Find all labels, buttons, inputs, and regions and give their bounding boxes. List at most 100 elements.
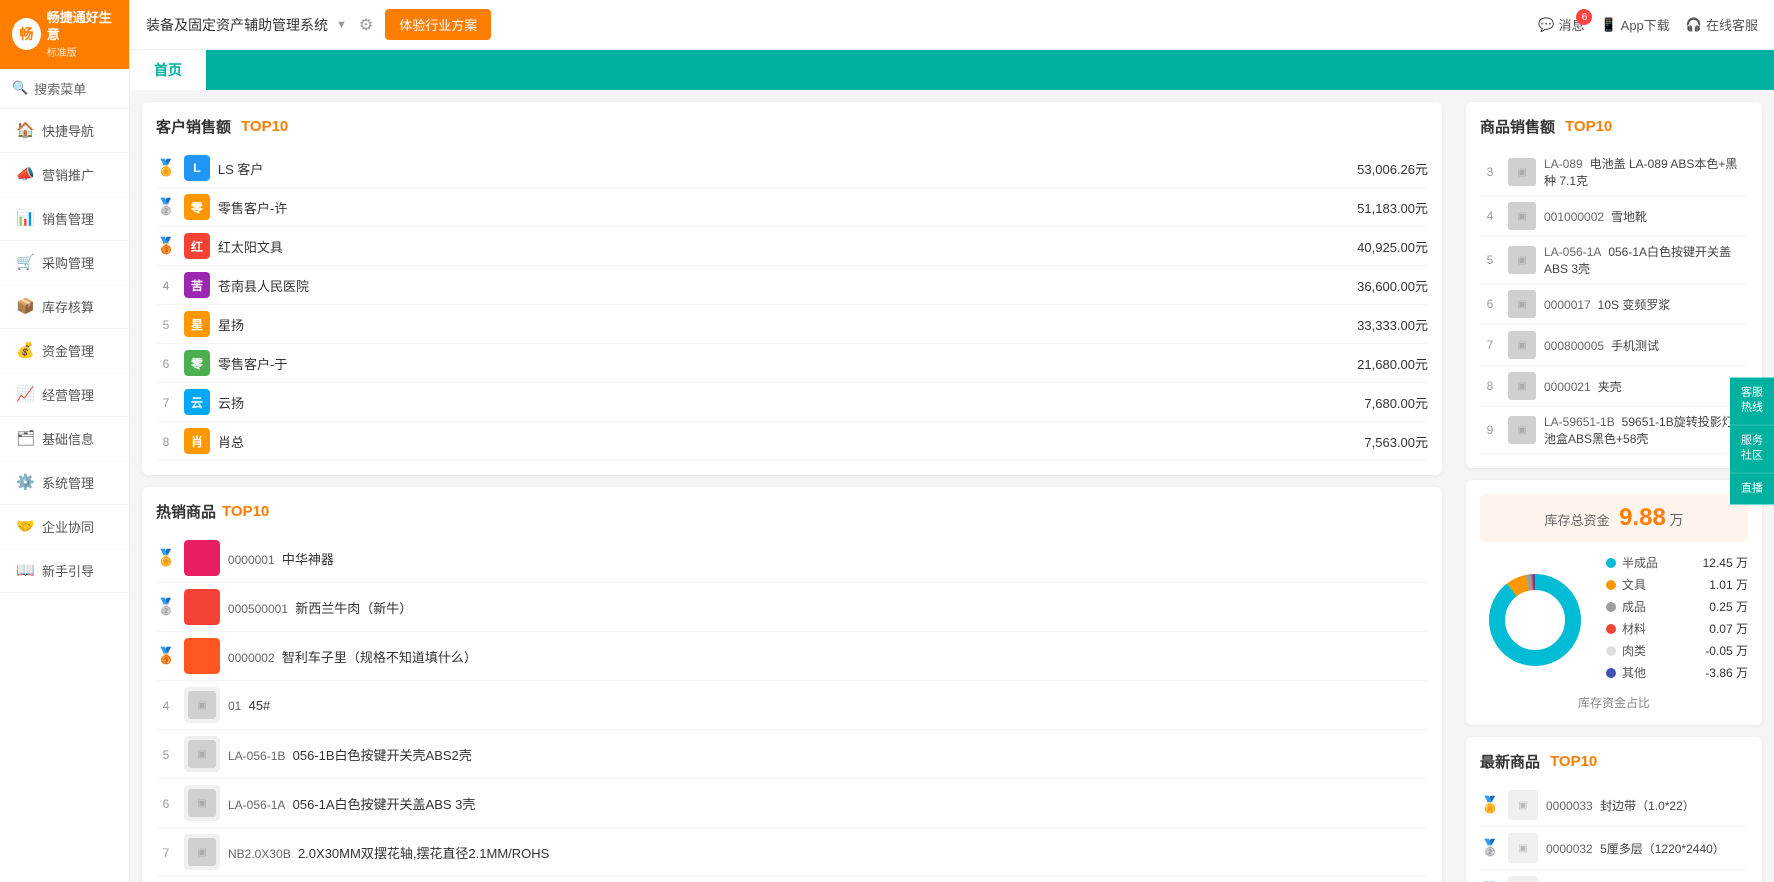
rank-name: 零售客户-许 [218,198,1349,217]
legend-name: 材料 [1622,620,1703,637]
rank-name: 红太阳文具 [218,237,1349,256]
hot-rank-medal: 6 [156,796,176,811]
new-product-row: 🏅 ▣ 0000033 封边带（1.0*22） [1480,784,1748,827]
sidebar-icon-0: 🏠 [16,121,34,139]
hot-products-title: 热销商品 TOP10 [156,501,1428,522]
search-icon: 🔍 [12,80,28,96]
new-prod-rank: 🥈 [1480,838,1500,858]
float-btn-1[interactable]: 服务 社区 [1730,425,1774,473]
sidebar-item-4[interactable]: 📦库存核算 [0,285,129,329]
sidebar-icon-7: 🗂 [16,429,34,447]
rank-medal: 8 [156,434,176,449]
rank-avatar: 零 [184,350,210,376]
rank-medal: 4 [156,278,176,293]
new-prod-info: 0000032 5厘多层（1220*2440） [1546,840,1748,857]
right-column: 商品销售额 TOP10 3 ▣ LA-089 电池盖 LA-089 ABS本色+… [1454,90,1774,882]
sidebar-label-7: 基础信息 [42,429,94,448]
trial-button[interactable]: 体验行业方案 [385,9,491,40]
sidebar-item-6[interactable]: 📈经营管理 [0,373,129,417]
sidebar-item-7[interactable]: 🗂 基础信息 [0,417,129,461]
sidebar-label-9: 企业协同 [42,517,94,536]
prod-rank-num: 8 [1480,379,1500,393]
rank-name: 苍南县人民医院 [218,276,1349,295]
hot-rank-medal: 🥉 [156,646,176,666]
prod-name: 手机测试 [1608,339,1659,353]
service-label: 在线客服 [1706,15,1758,34]
sidebar-item-10[interactable]: 📖新手引导 [0,549,129,593]
prod-info: 000800005 手机测试 [1544,337,1748,354]
hot-product-row: 8 ▣ 0000011 12070519-xs [156,877,1428,882]
prod-thumb: ▣ [1508,246,1536,274]
new-prod-code: 0000033 [1546,799,1593,813]
legend-name: 其他 [1622,664,1699,681]
prod-thumb: ▣ [1508,331,1536,359]
sidebar-item-1[interactable]: 📣营销推广 [0,153,129,197]
legend-dot [1606,668,1616,678]
product-code: 0000002 [228,651,275,665]
hot-product-row: 6 ▣ LA-056-1A 056-1A白色按键开关盖ABS 3壳 [156,779,1428,828]
float-btn-0[interactable]: 客服 热线 [1730,378,1774,426]
float-btn-2[interactable]: 直播 [1730,473,1774,504]
new-product-row: 🥈 ▣ 0000032 5厘多层（1220*2440） [1480,827,1748,870]
product-thumb [184,540,220,576]
rank-avatar: 云 [184,389,210,415]
rank-avatar: 红 [184,233,210,259]
legend-list: 半成品 12.45 万 文具 1.01 万 成品 0.25 万 材料 0.07 … [1606,554,1748,686]
hot-products-card: 热销商品 TOP10 🏅 0000001 中华神器 🥈 000500001 新西… [142,487,1442,882]
rank-name: 零售客户-于 [218,354,1349,373]
sidebar-item-5[interactable]: 💰资金管理 [0,329,129,373]
prod-code: 000800005 [1544,339,1604,353]
hot-rank-medal: 🥈 [156,597,176,617]
rank-amount: 36,600.00元 [1357,276,1428,295]
prod-info: 0000021 夹壳 [1544,378,1748,395]
prod-info: 001000002 雪地靴 [1544,208,1748,225]
chevron-down-icon: ▼ [336,19,347,31]
rank-medal: 🥉 [156,236,176,256]
prod-rank-num: 9 [1480,423,1500,437]
prod-code: 0000017 [1544,298,1591,312]
hot-product-row: 7 ▣ NB2.0X30B 2.0X30MM双摆花轴,摆花直径2.1MM/ROH… [156,828,1428,877]
system-selector[interactable]: 装备及固定资产辅助管理系统 ▼ [146,15,347,35]
app-download-button[interactable]: 📱 App下载 [1600,15,1669,34]
inventory-label: 库存总资金 [1545,513,1610,528]
sidebar-item-9[interactable]: 🤝 企业协同 [0,505,129,549]
sidebar-icon-9: 🤝 [16,517,34,535]
product-code: NB2.0X30B [228,847,291,861]
legend-dot [1606,558,1616,568]
gear-icon[interactable]: ⚙ [359,15,373,35]
sidebar: 畅 畅捷通好生意 标准版 🔍 搜索菜单 🏠快捷导航📣营销推广📊销售管理🛒采购管理… [0,0,130,882]
sidebar-icon-2: 📊 [16,209,34,227]
sidebar-item-8[interactable]: ⚙️系统管理 [0,461,129,505]
topbar: 装备及固定资产辅助管理系统 ▼ ⚙ 体验行业方案 💬 消息 6 📱 App下载 … [130,0,1774,50]
rank-avatar: 零 [184,194,210,220]
new-prod-info: 0000033 封边带（1.0*22） [1546,797,1748,814]
product-code: 0000001 [228,553,275,567]
prod-rank-num: 3 [1480,165,1500,179]
prod-code: LA-59651-1B [1544,415,1615,429]
legend-value: 0.25 万 [1709,598,1748,615]
legend-dot [1606,602,1616,612]
product-info: LA-056-1A 056-1A白色按键开关盖ABS 3壳 [228,794,1428,813]
tab-home[interactable]: 首页 [130,50,206,90]
new-products-title: 最新商品 TOP10 [1480,751,1748,772]
donut-section: 半成品 12.45 万 文具 1.01 万 成品 0.25 万 材料 0.07 … [1480,554,1748,686]
sidebar-search[interactable]: 🔍 搜索菜单 [0,69,129,109]
sidebar-logo: 畅 畅捷通好生意 标准版 [0,0,129,69]
phone-icon: 📱 [1600,17,1616,33]
sidebar-icon-6: 📈 [16,385,34,403]
customer-row: 6 零 零售客户-于 21,680.00元 [156,344,1428,383]
service-button[interactable]: 🎧 在线客服 [1686,15,1758,34]
prod-rank-num: 6 [1480,297,1500,311]
sidebar-item-2[interactable]: 📊销售管理 [0,197,129,241]
product-info: LA-056-1B 056-1B白色按键开关壳ABS2壳 [228,745,1428,764]
legend-name: 文具 [1622,576,1703,593]
inventory-card: 库存总资金 9.88 万 [1466,480,1762,725]
sidebar-icon-5: 💰 [16,341,34,359]
sidebar-item-0[interactable]: 🏠快捷导航 [0,109,129,153]
message-button[interactable]: 💬 消息 6 [1538,15,1584,34]
sidebar-item-3[interactable]: 🛒采购管理 [0,241,129,285]
sidebar-icon-10: 📖 [16,561,34,579]
rank-medal: 6 [156,356,176,371]
product-info: 01 45# [228,698,1428,713]
prod-name: 雪地靴 [1608,210,1647,224]
